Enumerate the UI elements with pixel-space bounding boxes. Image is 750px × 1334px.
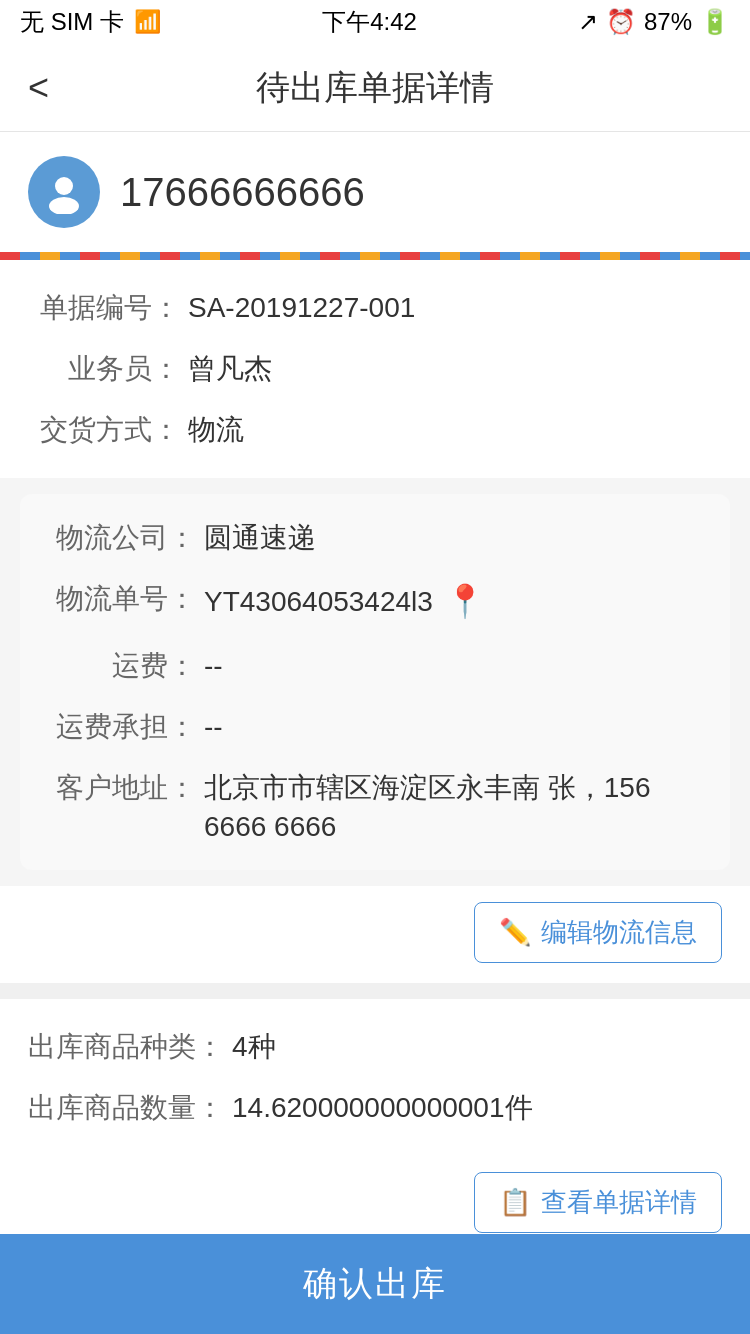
carrier-text: 无 SIM 卡 [20, 6, 124, 38]
delivery-label: 交货方式： [28, 410, 188, 449]
status-bar: 无 SIM 卡 📶 下午4:42 ↗ ⏰ 87% 🔋 [0, 0, 750, 44]
goods-quantity-row: 出库商品数量： 14.620000000000001件 [28, 1088, 722, 1127]
freight-bear-label: 运费承担： [44, 707, 204, 746]
view-detail-label: 查看单据详情 [541, 1185, 697, 1220]
address-row: 客户地址： 北京市市辖区海淀区永丰南 张，156 6666 6666 [44, 768, 706, 846]
edit-logistics-button[interactable]: ✏️ 编辑物流信息 [474, 902, 722, 963]
wifi-icon: 📶 [134, 9, 161, 35]
edit-btn-label: 编辑物流信息 [541, 915, 697, 950]
confirm-outbound-button[interactable]: 确认出库 [303, 1261, 447, 1307]
goods-types-row: 出库商品种类： 4种 [28, 1027, 722, 1066]
svg-point-1 [49, 197, 79, 214]
tracking-row: YT43064053424l3 📍 [204, 579, 485, 624]
nav-bar: < 待出库单据详情 [0, 44, 750, 132]
order-no-value: SA-20191227-001 [188, 288, 722, 327]
goods-quantity-value: 14.620000000000001件 [232, 1088, 722, 1127]
goods-types-label: 出库商品种类： [28, 1027, 232, 1066]
order-no-label: 单据编号： [28, 288, 188, 327]
back-button[interactable]: < [28, 67, 49, 109]
section-divider [0, 983, 750, 999]
order-info-section: 单据编号： SA-20191227-001 业务员： 曾凡杰 交货方式： 物流 [0, 260, 750, 478]
page-title: 待出库单据详情 [256, 65, 494, 111]
status-left: 无 SIM 卡 📶 [20, 6, 161, 38]
freight-label: 运费： [44, 646, 204, 685]
edit-icon: ✏️ [499, 917, 531, 948]
logistics-tracking-value: YT43064053424l3 [204, 582, 433, 621]
delivery-value: 物流 [188, 410, 722, 449]
edit-btn-row: ✏️ 编辑物流信息 [0, 886, 750, 983]
goods-types-value: 4种 [232, 1027, 722, 1066]
page-content: 17666666666 单据编号： SA-20191227-001 业务员： 曾… [0, 132, 750, 1334]
freight-bear-value: -- [204, 707, 706, 746]
view-detail-button[interactable]: 📋 查看单据详情 [474, 1172, 722, 1233]
battery-icon: 🔋 [700, 8, 730, 36]
status-time: 下午4:42 [322, 6, 417, 38]
logistics-card: 物流公司： 圆通速递 物流单号： YT43064053424l3 📍 运费： -… [20, 494, 730, 871]
detail-icon: 📋 [499, 1187, 531, 1218]
freight-row: 运费： -- [44, 646, 706, 685]
battery-text: 87% [644, 8, 692, 36]
avatar [28, 156, 100, 228]
logistics-tracking-label: 物流单号： [44, 579, 204, 618]
svg-point-0 [55, 177, 73, 195]
logistics-company-row: 物流公司： 圆通速递 [44, 518, 706, 557]
status-right: ↗ ⏰ 87% 🔋 [578, 8, 730, 36]
customer-section: 17666666666 [0, 132, 750, 252]
alarm-icon: ⏰ [606, 8, 636, 36]
logistics-company-label: 物流公司： [44, 518, 204, 557]
address-label: 客户地址： [44, 768, 204, 807]
location-status-icon: ↗ [578, 8, 598, 36]
freight-bear-row: 运费承担： -- [44, 707, 706, 746]
logistics-company-value: 圆通速递 [204, 518, 706, 557]
customer-phone: 17666666666 [120, 170, 365, 215]
salesman-row: 业务员： 曾凡杰 [28, 349, 722, 388]
goods-section: 出库商品种类： 4种 出库商品数量： 14.620000000000001件 [0, 999, 750, 1155]
bottom-btn-container: 确认出库 [0, 1234, 750, 1334]
delivery-row: 交货方式： 物流 [28, 410, 722, 449]
dashed-divider [0, 252, 750, 260]
address-value: 北京市市辖区海淀区永丰南 张，156 6666 6666 [204, 768, 706, 846]
salesman-value: 曾凡杰 [188, 349, 722, 388]
logistics-tracking-row: 物流单号： YT43064053424l3 📍 [44, 579, 706, 624]
location-track-icon[interactable]: 📍 [445, 579, 485, 624]
salesman-label: 业务员： [28, 349, 188, 388]
order-no-row: 单据编号： SA-20191227-001 [28, 288, 722, 327]
freight-value: -- [204, 646, 706, 685]
goods-quantity-label: 出库商品数量： [28, 1088, 232, 1127]
